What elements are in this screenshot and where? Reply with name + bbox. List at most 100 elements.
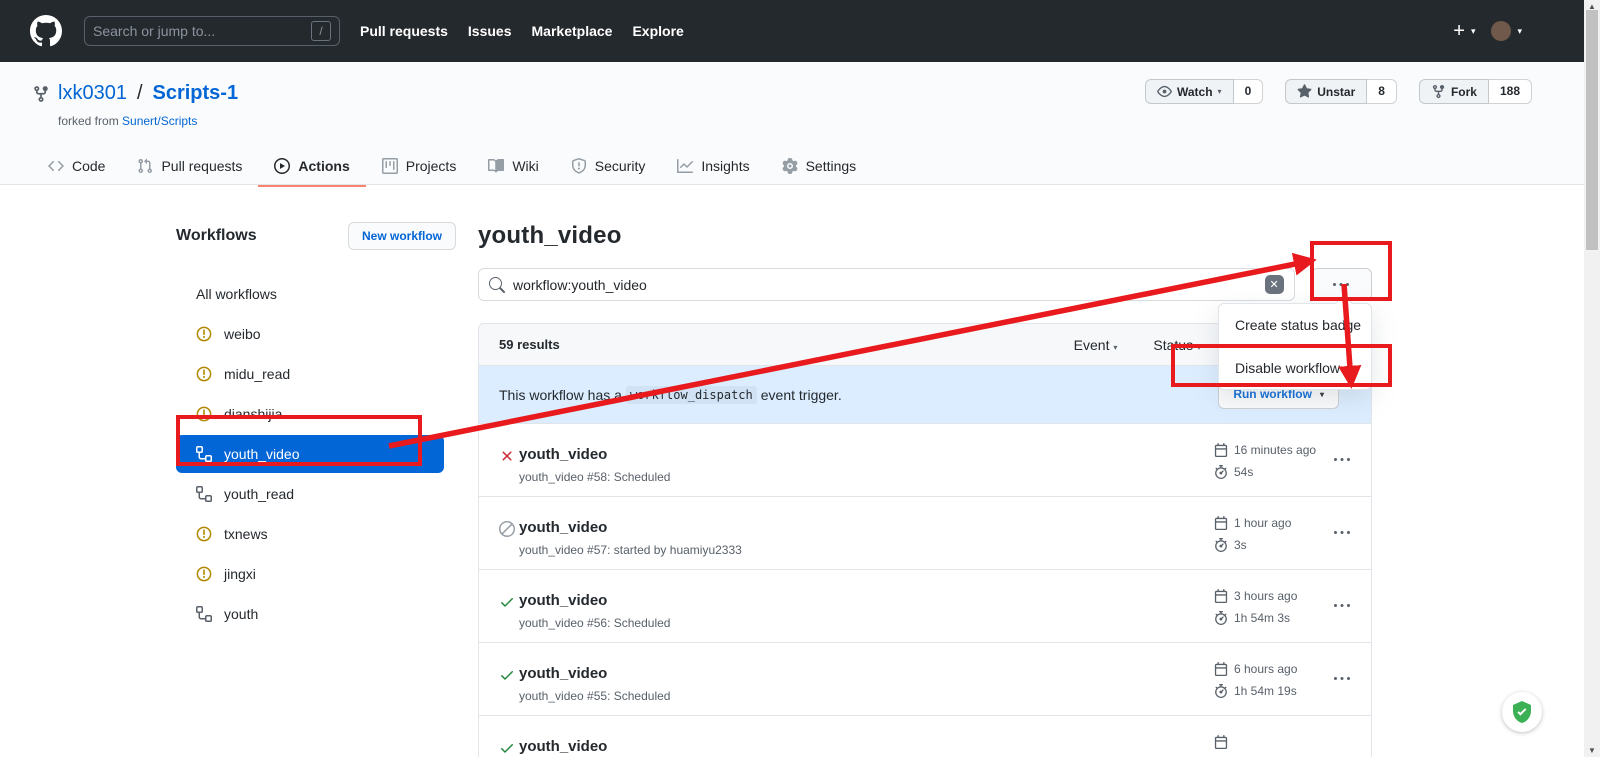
global-search-input[interactable] — [93, 23, 311, 39]
graph-icon — [677, 158, 693, 174]
run-options-icon[interactable] — [1334, 525, 1350, 541]
sidebar-item-youth-read[interactable]: youth_read — [176, 474, 456, 514]
watch-button-group: Watch▾ 0 — [1145, 79, 1263, 104]
new-workflow-button[interactable]: New workflow — [348, 222, 456, 250]
github-actions-page: / Pull requests Issues Marketplace Explo… — [0, 0, 1600, 757]
run-row[interactable]: youth_video youth_video #58: Scheduled 1… — [479, 424, 1371, 497]
shield-icon — [571, 158, 587, 174]
user-menu-caret-icon[interactable]: ▾ — [1517, 26, 1522, 37]
unstar-button[interactable]: Unstar — [1285, 79, 1367, 104]
fork-count[interactable]: 188 — [1489, 79, 1532, 104]
workflow-options-menu: Create status badge Disable workflow — [1218, 303, 1372, 390]
calendar-icon — [1214, 516, 1228, 530]
create-new-caret-icon[interactable]: ▾ — [1471, 26, 1476, 37]
extension-shield-badge[interactable] — [1502, 692, 1542, 732]
chevron-down-icon: ▾ — [1320, 390, 1324, 399]
forked-from-link[interactable]: Sunert/Scripts — [122, 114, 197, 128]
sidebar-item-weibo[interactable]: weibo — [176, 314, 456, 354]
event-filter-dropdown[interactable]: Event ▾ — [1074, 337, 1118, 353]
run-title-link[interactable]: youth_video — [519, 446, 607, 463]
status-filter-dropdown[interactable]: Status ▾ — [1153, 337, 1201, 353]
repo-owner-link[interactable]: lxk0301 — [58, 82, 127, 105]
tab-code[interactable]: Code — [32, 148, 121, 187]
check-icon — [499, 667, 515, 683]
search-icon — [489, 277, 505, 293]
run-meta: 3 hours ago 1h 54m 3s — [1214, 585, 1297, 629]
run-row[interactable]: youth_video youth_video #55: Scheduled 6… — [479, 643, 1371, 716]
calendar-icon — [1214, 662, 1228, 676]
user-avatar[interactable] — [1491, 21, 1511, 41]
eye-icon — [1157, 84, 1172, 99]
warning-icon — [196, 566, 212, 582]
sidebar-item-dianshijia[interactable]: dianshijia — [176, 394, 456, 434]
runs-filter-input[interactable] — [513, 277, 1265, 293]
projects-icon — [382, 158, 398, 174]
run-row[interactable]: youth_video — [479, 716, 1371, 757]
watch-count[interactable]: 0 — [1234, 79, 1264, 104]
run-title-link[interactable]: youth_video — [519, 665, 607, 682]
check-icon — [499, 740, 515, 756]
run-row[interactable]: youth_video youth_video #56: Scheduled 3… — [479, 570, 1371, 643]
run-options-icon[interactable] — [1334, 671, 1350, 687]
tab-settings[interactable]: Settings — [766, 148, 873, 187]
repo-tabs: Code Pull requests Actions Projects Wiki… — [32, 148, 872, 187]
run-title-link[interactable]: youth_video — [519, 738, 607, 755]
repo-forked-icon — [32, 85, 50, 103]
run-meta: 1 hour ago 3s — [1214, 512, 1291, 556]
star-count[interactable]: 8 — [1367, 79, 1397, 104]
run-meta: 16 minutes ago 54s — [1214, 439, 1316, 483]
workflow-title: youth_video — [478, 222, 1372, 250]
github-logo-icon[interactable] — [30, 15, 62, 47]
warning-icon — [196, 526, 212, 542]
watch-button[interactable]: Watch▾ — [1145, 79, 1234, 104]
repo-name-link[interactable]: Scripts-1 — [153, 82, 239, 105]
scroll-down-icon[interactable]: ▼ — [1584, 746, 1600, 755]
fork-button[interactable]: Fork — [1419, 79, 1489, 104]
sidebar-item-jingxi[interactable]: jingxi — [176, 554, 456, 594]
sidebar-item-youth[interactable]: youth — [176, 594, 456, 634]
run-title-link[interactable]: youth_video — [519, 592, 607, 609]
run-meta: 6 hours ago 1h 54m 19s — [1214, 658, 1297, 702]
run-description: youth_video #57: started by huamiyu2333 — [519, 543, 742, 557]
sidebar-item-all-workflows[interactable]: All workflows — [176, 274, 456, 314]
sidebar-item-txnews[interactable]: txnews — [176, 514, 456, 554]
warning-icon — [196, 366, 212, 382]
check-icon — [499, 594, 515, 610]
tab-projects[interactable]: Projects — [366, 148, 473, 187]
run-options-icon[interactable] — [1334, 452, 1350, 468]
global-search-box[interactable]: / — [84, 16, 340, 46]
sidebar-item-youth-video[interactable]: youth_video — [176, 435, 444, 473]
run-meta — [1214, 731, 1234, 753]
clear-filter-icon[interactable]: ✕ — [1265, 275, 1284, 294]
star-icon — [1297, 84, 1312, 99]
code-icon — [48, 158, 64, 174]
calendar-icon — [1214, 443, 1228, 457]
create-new-icon[interactable]: + — [1453, 21, 1465, 41]
star-button-group: Unstar 8 — [1285, 79, 1397, 104]
menu-item-disable-workflow[interactable]: Disable workflow — [1219, 346, 1371, 389]
warning-icon — [196, 326, 212, 342]
nav-link-issues[interactable]: Issues — [468, 23, 512, 39]
menu-item-create-status-badge[interactable]: Create status badge — [1219, 304, 1371, 346]
play-icon — [274, 158, 290, 174]
tab-security[interactable]: Security — [555, 148, 662, 187]
nav-link-explore[interactable]: Explore — [632, 23, 683, 39]
run-options-icon[interactable] — [1334, 598, 1350, 614]
nav-link-pull-requests[interactable]: Pull requests — [360, 23, 448, 39]
nav-link-marketplace[interactable]: Marketplace — [532, 23, 613, 39]
tab-insights[interactable]: Insights — [661, 148, 765, 187]
shield-check-icon — [1510, 700, 1534, 724]
run-title-link[interactable]: youth_video — [519, 519, 607, 536]
tab-pull-requests[interactable]: Pull requests — [121, 148, 258, 187]
warning-icon — [196, 406, 212, 422]
sidebar-item-midu-read[interactable]: midu_read — [176, 354, 456, 394]
chevron-down-icon: ▾ — [1197, 343, 1201, 352]
tab-actions[interactable]: Actions — [258, 148, 365, 187]
run-row[interactable]: youth_video youth_video #57: started by … — [479, 497, 1371, 570]
stopwatch-icon — [1214, 611, 1228, 625]
fork-button-group: Fork 188 — [1419, 79, 1532, 104]
page-scrollbar[interactable]: ▲ ▼ — [1584, 0, 1600, 757]
tab-wiki[interactable]: Wiki — [472, 148, 554, 187]
scrollbar-thumb[interactable] — [1586, 10, 1598, 250]
gear-icon — [782, 158, 798, 174]
